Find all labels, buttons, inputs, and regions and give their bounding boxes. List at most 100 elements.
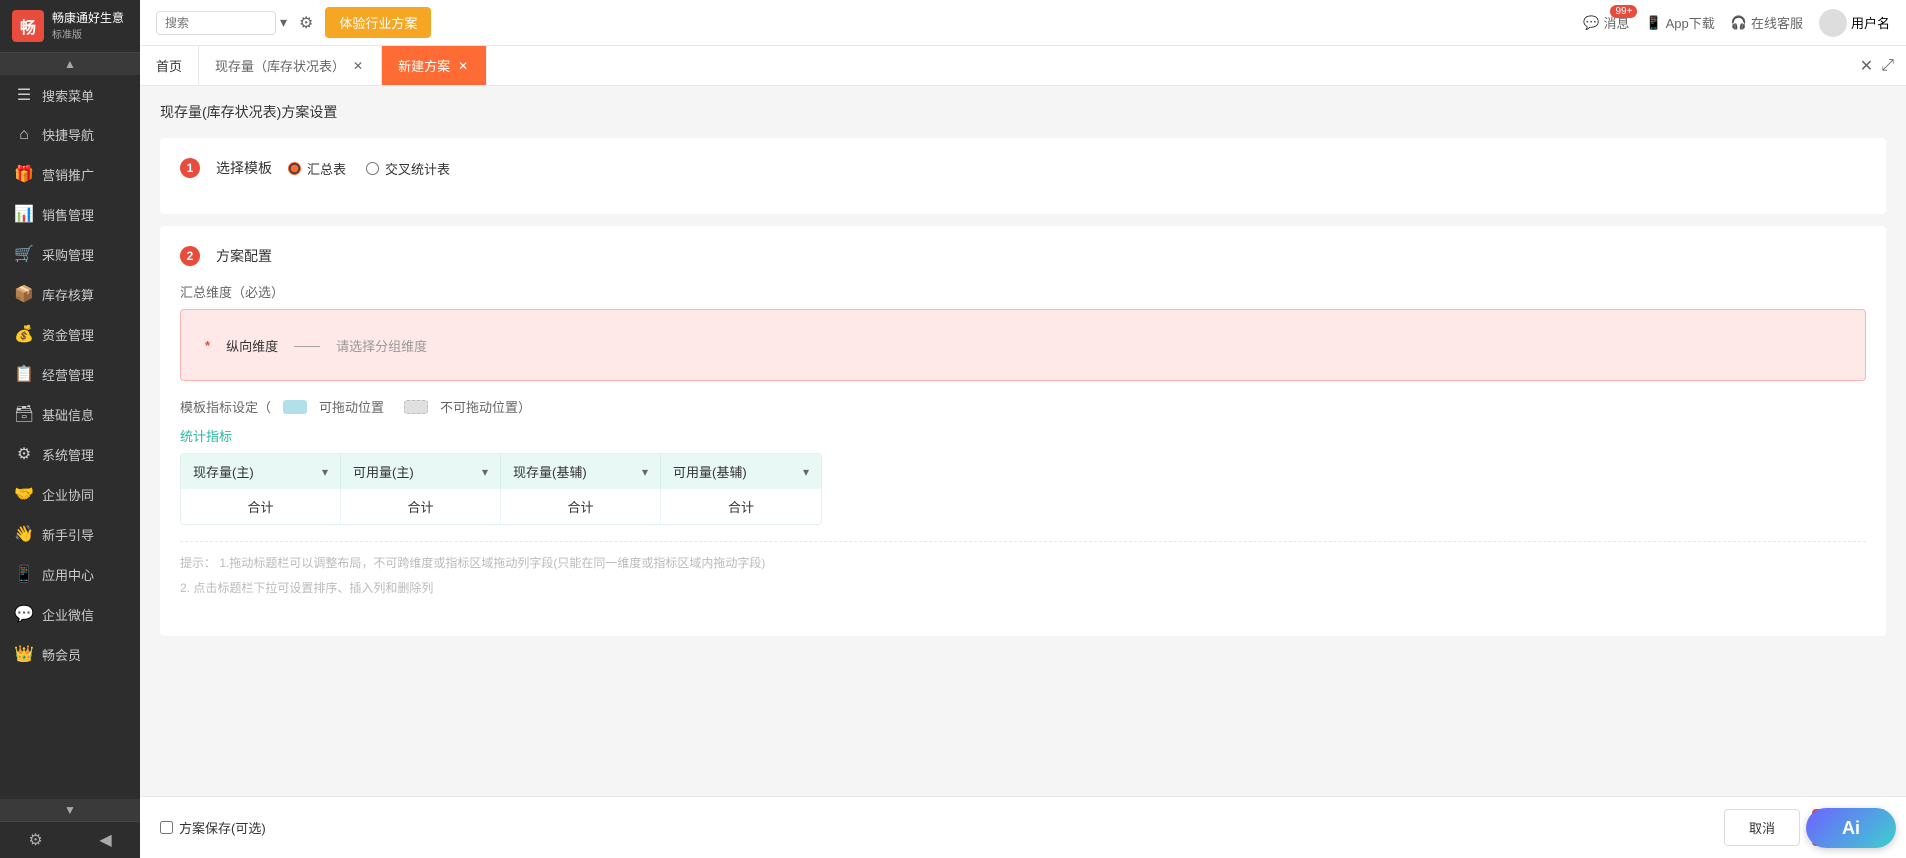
stats-body-col-2: 合计 [501,489,661,524]
sidebar-label-system: 系统管理 [42,445,94,464]
stats-col-2: 现存量(基辅) ▾ [501,454,661,489]
sidebar-scroll-up[interactable]: ▲ [0,53,140,75]
business-icon: 📋 [14,364,34,384]
new-guide-icon: 👋 [14,524,34,544]
wechat-icon: 💬 [14,604,34,624]
message-button[interactable]: 💬 消息 99+ [1583,13,1629,32]
step2-section: 2 方案配置 汇总维度（必选） * 纵向维度 —— 请选择分组维度 模板指标设定… [160,226,1886,636]
tip-2: 2. 点击标题栏下拉可设置排序、插入列和删除列 [180,579,1866,598]
stats-col-1-dropdown[interactable]: ▾ [482,465,488,479]
dimension-box: * 纵向维度 —— 请选择分组维度 [180,309,1866,381]
experience-btn[interactable]: 体验行业方案 [325,7,431,38]
topbar-gear-button[interactable]: ⚙ [299,13,313,33]
required-star: * [205,338,210,353]
headset-icon: 🎧 [1731,15,1747,31]
sidebar-item-business[interactable]: 📋 经营管理 [0,354,140,394]
system-icon: ⚙ [14,444,34,464]
user-profile-button[interactable]: 用户名 [1819,9,1890,37]
step1-section: 1 选择模板 汇总表 交叉统计表 [160,138,1886,214]
sidebar-item-basic-info[interactable]: 🗃 基础信息 [0,394,140,434]
sidebar-item-quick-nav[interactable]: ⌂ 快捷导航 [0,115,140,154]
cancel-button[interactable]: 取消 [1724,809,1800,846]
sidebar-item-inventory[interactable]: 📦 库存核算 [0,274,140,314]
purchase-icon: 🛒 [14,244,34,264]
footer: 方案保存(可选) 取消 查询 [140,796,1906,858]
dimension-label: 纵向维度 [226,336,278,355]
sidebar-label-finance: 资金管理 [42,325,94,344]
ai-fab-label: Ai [1842,818,1860,839]
tab-new-scheme[interactable]: 新建方案 ✕ [382,46,487,85]
avatar [1819,9,1847,37]
sidebar-item-system[interactable]: ⚙ 系统管理 [0,434,140,474]
sidebar-item-sales[interactable]: 📊 销售管理 [0,194,140,234]
app-download-button[interactable]: 📱 App下载 [1645,13,1714,32]
stats-table: 现存量(主) ▾ 可用量(主) ▾ 现存量(基辅) ▾ 可用量(基辅) [180,453,822,525]
sidebar-item-search-menu[interactable]: ☰ 搜索菜单 [0,75,140,115]
save-checkbox-input[interactable] [160,821,173,834]
save-checkbox[interactable]: 方案保存(可选) [160,818,266,837]
page-title: 现存量(库存状况表)方案设置 [160,102,1886,122]
sidebar-scroll-down[interactable]: ▼ [0,799,140,821]
sidebar-label-quick-nav: 快捷导航 [42,125,94,144]
stats-col-0-label: 现存量(主) [193,462,254,481]
sidebar-item-wechat[interactable]: 💬 企业微信 [0,594,140,634]
app-download-icon: 📱 [1645,15,1661,31]
radio-cross[interactable]: 交叉统计表 [366,159,450,178]
stats-table-body: 合计 合计 合计 合计 [181,489,821,524]
step1-label: 选择模板 [216,158,272,178]
message-icon: 💬 [1583,15,1599,31]
sidebar-item-purchase[interactable]: 🛒 采购管理 [0,234,140,274]
topbar-search: ▾ [156,11,287,35]
step2-label: 方案配置 [216,246,272,266]
settings-button[interactable]: ⚙ [28,830,42,850]
stats-col-0-dropdown[interactable]: ▾ [322,465,328,479]
radio-cross-label: 交叉统计表 [385,159,450,178]
sidebar-label-basic-info: 基础信息 [42,405,94,424]
stats-label: 统计指标 [180,426,1866,445]
sidebar-nav: ☰ 搜索菜单 ⌂ 快捷导航 🎁 营销推广 📊 销售管理 🛒 采购管理 📦 库存核… [0,75,140,799]
sidebar-item-marketing[interactable]: 🎁 营销推广 [0,154,140,194]
username-label: 用户名 [1851,13,1890,32]
step1-badge: 1 [180,158,200,178]
cooperation-icon: 🤝 [14,484,34,504]
ai-fab-button[interactable]: Ai [1806,808,1896,848]
sidebar-item-label: 搜索菜单 [42,86,94,105]
message-badge: 99+ [1610,5,1637,18]
sidebar-item-cooperation[interactable]: 🤝 企业协同 [0,474,140,514]
topbar: ▾ ⚙ 体验行业方案 💬 消息 99+ 📱 App下载 🎧 在线客服 用户名 [140,0,1906,46]
stats-col-3-dropdown[interactable]: ▾ [803,465,809,479]
main-area: ▾ ⚙ 体验行业方案 💬 消息 99+ 📱 App下载 🎧 在线客服 用户名 [140,0,1906,858]
sidebar-item-new-guide[interactable]: 👋 新手引导 [0,514,140,554]
sidebar-logo: 畅 畅康通好生意 标准版 [0,0,140,53]
save-label: 方案保存(可选) [179,818,266,837]
online-service-button[interactable]: 🎧 在线客服 [1731,13,1803,32]
tab-inventory-close[interactable]: ✕ [351,59,365,73]
radio-summary[interactable]: 汇总表 [288,159,346,178]
window-buttons: ✕ ⤢ [1860,56,1906,76]
stats-col-2-dropdown[interactable]: ▾ [642,465,648,479]
search-dropdown-button[interactable]: ▾ [280,14,287,31]
basic-info-icon: 🗃 [14,404,34,424]
tip-1: 提示： 1.拖动标题栏可以调整布局，不可跨维度或指标区域拖动列字段(只能在同一维… [180,554,1866,573]
tab-new-scheme-close[interactable]: ✕ [456,59,470,73]
tab-home[interactable]: 首页 [140,46,199,85]
stats-table-header: 现存量(主) ▾ 可用量(主) ▾ 现存量(基辅) ▾ 可用量(基辅) [181,454,821,489]
dimension-placeholder[interactable]: 请选择分组维度 [336,336,427,355]
radio-cross-input[interactable] [366,162,379,175]
sidebar-item-finance[interactable]: 💰 资金管理 [0,314,140,354]
sales-icon: 📊 [14,204,34,224]
radio-summary-input[interactable] [288,162,301,175]
search-input[interactable] [156,11,276,35]
close-window-button[interactable]: ✕ [1860,56,1873,76]
marketing-icon: 🎁 [14,164,34,184]
fixed-badge [404,400,428,414]
collapse-button[interactable]: ◀ [99,830,111,850]
tab-inventory-status[interactable]: 现存量（库存状况表） ✕ [199,46,382,85]
sidebar-item-member[interactable]: 👑 畅会员 [0,634,140,674]
sidebar-item-app-center[interactable]: 📱 应用中心 [0,554,140,594]
step2-badge: 2 [180,246,200,266]
tab-inventory-label: 现存量（库存状况表） [215,56,345,75]
stats-col-1: 可用量(主) ▾ [341,454,501,489]
maximize-window-button[interactable]: ⤢ [1881,56,1894,76]
sidebar-label-inventory: 库存核算 [42,285,94,304]
